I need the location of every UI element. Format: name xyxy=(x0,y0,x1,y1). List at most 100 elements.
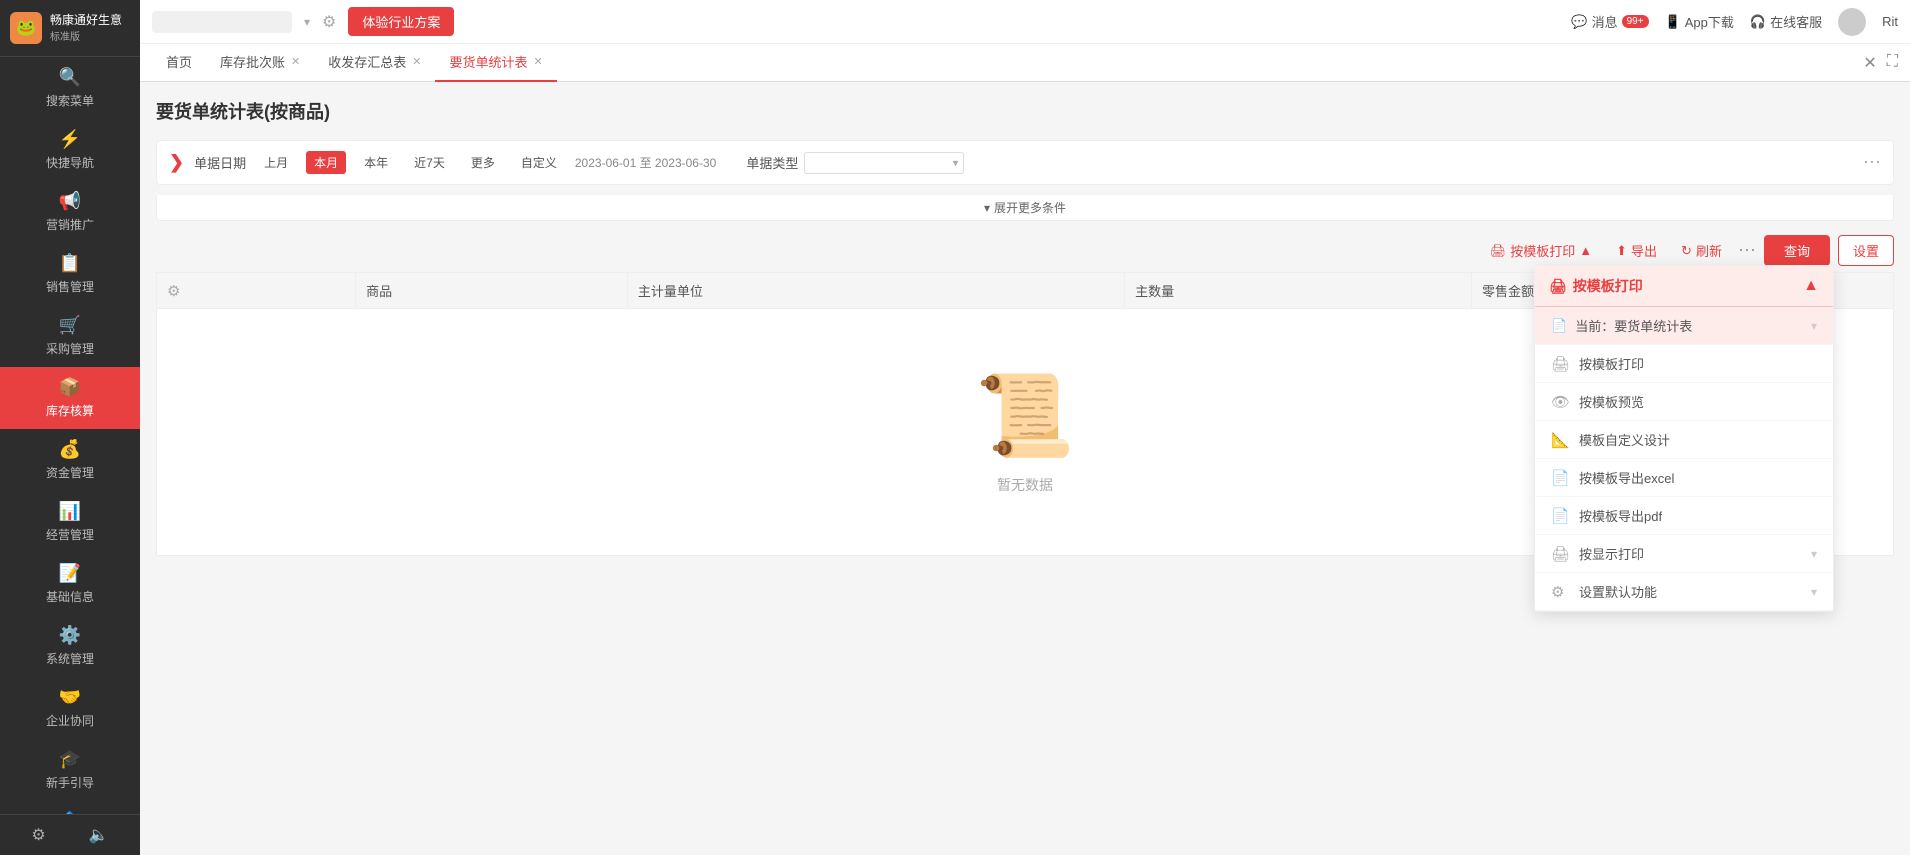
sidebar-item-operations[interactable]: 📊 经营管理 xyxy=(0,491,140,553)
refresh-icon: ↻ xyxy=(1681,243,1692,259)
export-label: 导出 xyxy=(1631,241,1657,260)
dropdown-title-label: 按模板打印 xyxy=(1573,276,1643,296)
item-template-design-label: 模板自定义设计 xyxy=(1579,430,1670,449)
type-filter: 单据类型 要货单 xyxy=(746,152,970,174)
enterprise-icon: 🤝 xyxy=(59,687,81,708)
dropdown-item-template-pdf[interactable]: 📄 按模板导出pdf xyxy=(1535,497,1833,535)
close-window-icon[interactable]: ✕ xyxy=(1863,53,1876,73)
print-template-btn[interactable]: 🖨 按模板打印 ▲ xyxy=(1482,237,1600,264)
expand-more-btn[interactable]: ▾ 展开更多条件 xyxy=(972,195,1078,220)
settings-bottom-icon[interactable]: ⚙ xyxy=(31,825,45,845)
item-preview-icon: 👁 xyxy=(1551,393,1571,411)
tab-receipts-summary[interactable]: 收发存汇总表 ✕ xyxy=(314,44,435,82)
operations-label: 经营管理 xyxy=(46,526,94,543)
sidebar-item-marketing[interactable]: 📢 营销推广 xyxy=(0,181,140,243)
user-avatar[interactable] xyxy=(1838,8,1866,36)
trial-button[interactable]: 体验行业方案 xyxy=(348,7,454,36)
marketing-icon: 📢 xyxy=(59,191,81,212)
date-btn-more[interactable]: 更多 xyxy=(463,151,503,174)
table-header-product: 商品 xyxy=(356,273,628,309)
table-header-unit: 主计量单位 xyxy=(627,273,1124,309)
dropdown-header: 🖨 按模板打印 ▲ xyxy=(1535,266,1833,307)
chevron-down-icon: ▾ xyxy=(984,201,990,215)
tab-close-inventory-batch[interactable]: ✕ xyxy=(291,55,300,68)
purchase-label: 采购管理 xyxy=(46,340,94,357)
sidebar-item-apps[interactable]: 🔷应用中心 xyxy=(0,801,140,814)
search-label: 搜索菜单 xyxy=(46,92,94,109)
date-btn-this-year[interactable]: 本年 xyxy=(356,151,396,174)
sidebar-item-inventory[interactable]: 📦库存核算 xyxy=(0,367,140,429)
date-btn-7days[interactable]: 近7天 xyxy=(406,151,453,174)
search-input[interactable] xyxy=(152,11,292,33)
export-btn[interactable]: ⬆ 导出 xyxy=(1608,237,1665,264)
query-btn[interactable]: 查询 xyxy=(1764,235,1830,266)
marketing-label: 营销推广 xyxy=(46,216,94,233)
sidebar-nav: 🔍搜索菜单⚡快捷导航 📢 营销推广 📋销售管理🛒采购管理📦库存核算💰资金管理 📊 经营管理… xyxy=(0,57,140,814)
empty-icon: 📜 xyxy=(975,369,1075,463)
refresh-btn[interactable]: ↻ 刷新 xyxy=(1673,237,1730,264)
sidebar-item-basic[interactable]: 📝基础信息 xyxy=(0,553,140,615)
tab-label-receipts-summary: 收发存汇总表 xyxy=(328,52,406,71)
tab-inventory-batch[interactable]: 库存批次账✕ xyxy=(206,44,314,82)
guide-icon: 🎓 xyxy=(59,749,81,770)
date-btn-custom[interactable]: 自定义 xyxy=(513,151,565,174)
topbar-gear-icon[interactable]: ⚙ xyxy=(322,12,336,32)
dropdown-item-template-print[interactable]: 🖨 按模板打印 xyxy=(1535,345,1833,383)
operations-icon: 📊 xyxy=(59,501,81,522)
empty-text: 暂无数据 xyxy=(997,475,1053,495)
tab-home[interactable]: 首页 xyxy=(152,44,206,82)
sidebar-item-enterprise[interactable]: 🤝企业协同 xyxy=(0,677,140,739)
export-icon: ⬆ xyxy=(1616,243,1627,259)
sidebar-item-sales[interactable]: 📋销售管理 xyxy=(0,243,140,305)
dropdown-item-template-excel[interactable]: 📄 按模板导出excel xyxy=(1535,459,1833,497)
app-download-btn[interactable]: 📱 App下载 xyxy=(1665,12,1734,31)
online-service-btn[interactable]: 🎧 在线客服 xyxy=(1750,12,1822,31)
date-range-text: 2023-06-01 至 2023-06-30 xyxy=(575,154,716,171)
more-options-btn[interactable]: ⋯ xyxy=(1738,240,1756,261)
current-item-icon: 📄 xyxy=(1551,318,1567,334)
date-btn-this-month[interactable]: 本月 xyxy=(306,151,346,174)
sidebar: 🐸 畅康通好生意 标准版 🔍搜索菜单⚡快捷导航 📢 营销推广 📋销售管理🛒采购管理📦库… xyxy=(0,0,140,855)
dropdown-item-template-design[interactable]: 📐 模板自定义设计 xyxy=(1535,421,1833,459)
topbar: ▾ ⚙ 体验行业方案 💬 消息 99+ 📱 App下载 🎧 在线客服 Rit xyxy=(140,0,1910,44)
dropdown-item-template-preview[interactable]: 👁 按模板预览 xyxy=(1535,383,1833,421)
tab-order-stats[interactable]: 要货单统计表✕ xyxy=(435,44,556,82)
sidebar-item-system[interactable]: ⚙️系统管理 xyxy=(0,615,140,677)
search-chevron-icon[interactable]: ▾ xyxy=(304,15,310,29)
messages-btn[interactable]: 💬 消息 99+ xyxy=(1571,12,1648,31)
item-template-pdf-label: 按模板导出pdf xyxy=(1579,506,1662,525)
dropdown-item-set-default[interactable]: ⚙ 设置默认功能 ▾ xyxy=(1535,573,1833,611)
main-area: ▾ ⚙ 体验行业方案 💬 消息 99+ 📱 App下载 🎧 在线客服 Rit 首… xyxy=(140,0,1910,855)
sidebar-item-purchase[interactable]: 🛒采购管理 xyxy=(0,305,140,367)
maximize-window-icon[interactable]: ⛶ xyxy=(1887,53,1898,73)
item-template-print-label: 按模板打印 xyxy=(1579,354,1644,373)
type-label: 单据类型 xyxy=(746,153,798,172)
dropdown-current-item[interactable]: 📄 按模板打印 当前：要货单统计表 ▾ xyxy=(1535,307,1833,345)
sound-bottom-icon[interactable]: 🔈 xyxy=(89,825,109,845)
filter-dots-icon[interactable]: ⋯ xyxy=(1863,152,1881,173)
table-header-gear[interactable]: ⚙ xyxy=(157,273,356,309)
refresh-label: 刷新 xyxy=(1696,241,1722,260)
type-select[interactable]: 要货单 xyxy=(804,152,964,174)
tab-close-receipts-summary[interactable]: ✕ xyxy=(412,55,421,68)
tab-close-order-stats[interactable]: ✕ xyxy=(534,55,543,68)
sidebar-item-search[interactable]: 🔍搜索菜单 xyxy=(0,57,140,119)
sidebar-logo: 🐸 畅康通好生意 标准版 xyxy=(0,0,140,57)
sidebar-item-finance[interactable]: 💰资金管理 xyxy=(0,429,140,491)
system-icon: ⚙️ xyxy=(59,625,81,646)
sidebar-item-guide[interactable]: 🎓新手引导 xyxy=(0,739,140,801)
column-settings-icon[interactable]: ⚙ xyxy=(167,283,180,300)
user-name[interactable]: Rit xyxy=(1882,14,1898,29)
window-controls: ✕ ⛶ xyxy=(1863,53,1898,73)
phone-icon: 📱 xyxy=(1665,14,1681,30)
table-header-quantity: 主数量 xyxy=(1125,273,1472,309)
display-print-chevron-icon: ▾ xyxy=(1811,547,1817,561)
date-btn-last-month[interactable]: 上月 xyxy=(256,151,296,174)
dropdown-item-display-print[interactable]: 🖨 按显示打印 ▾ xyxy=(1535,535,1833,573)
basic-icon: 📝 xyxy=(59,563,81,584)
dropdown-close-btn[interactable]: ▲ xyxy=(1803,277,1819,295)
item-excel-icon: 📄 xyxy=(1551,469,1571,487)
filter-expand-icon[interactable]: ❯ xyxy=(169,152,184,173)
settings-btn[interactable]: 设置 xyxy=(1838,235,1894,266)
sidebar-item-quicknav[interactable]: ⚡快捷导航 xyxy=(0,119,140,181)
